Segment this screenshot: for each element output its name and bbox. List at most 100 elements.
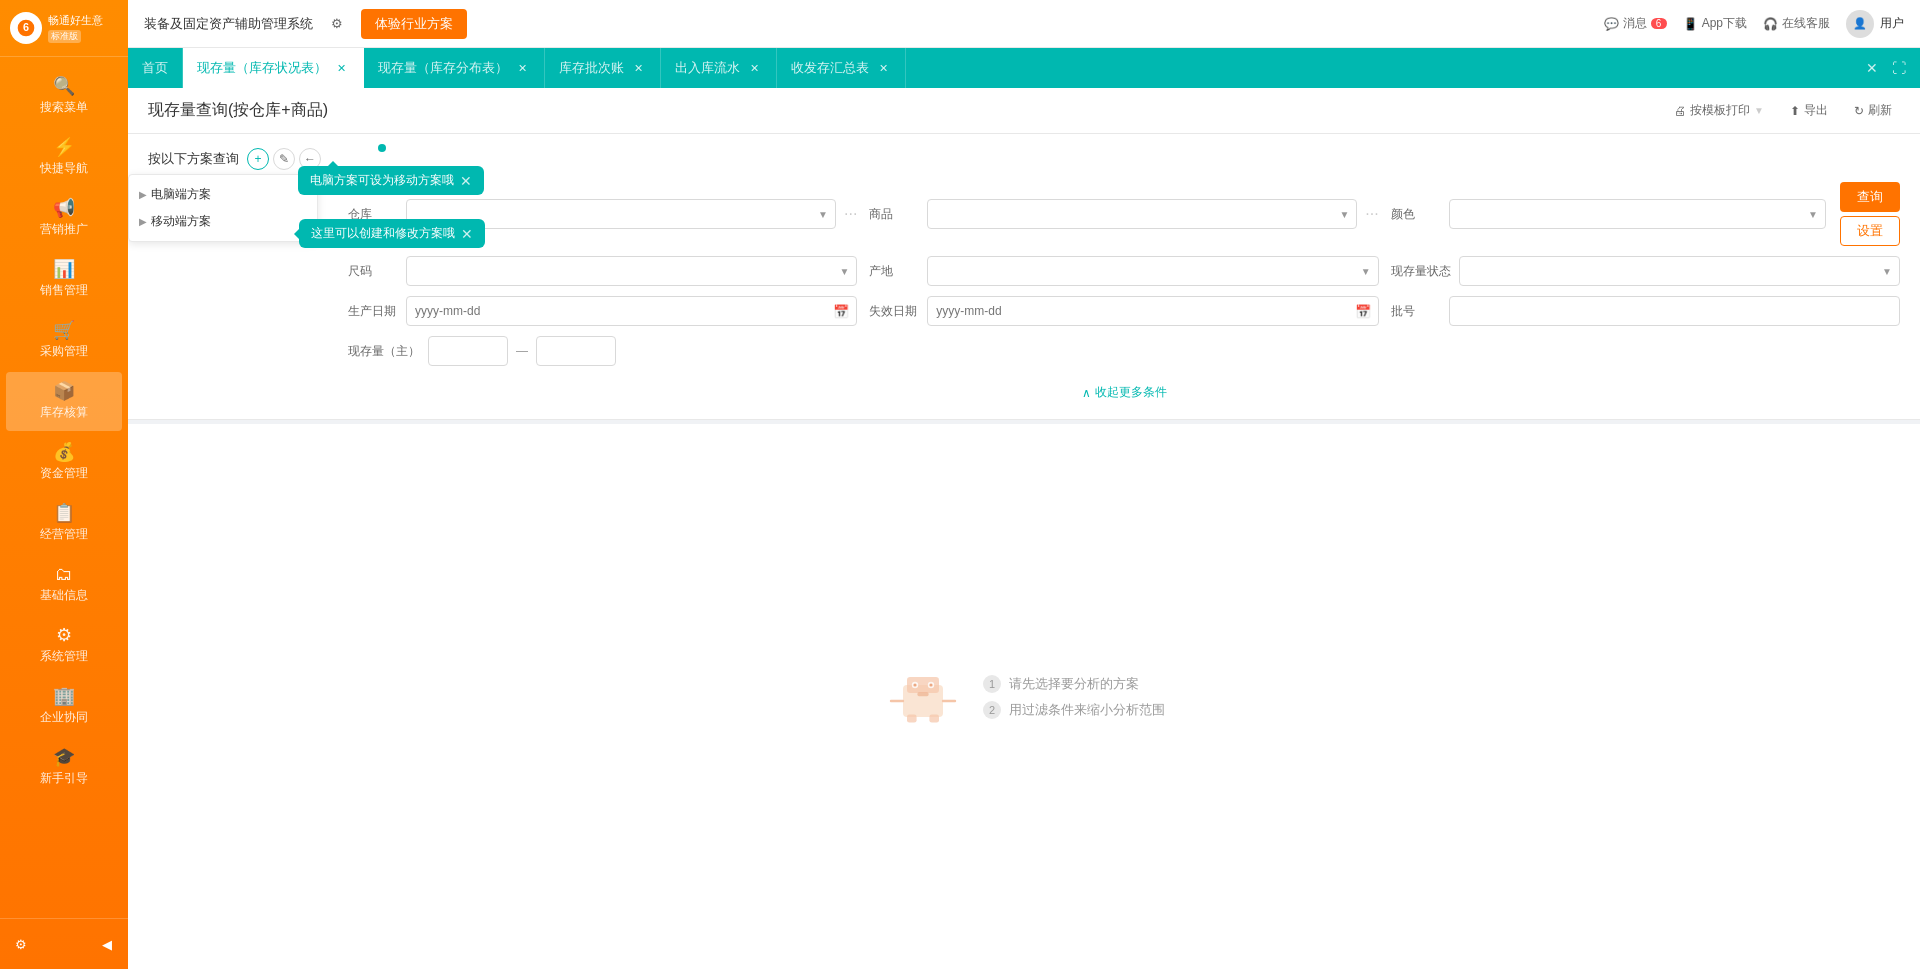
logo-text: 畅通好生意 标准版 [48, 13, 103, 44]
prod-date-label: 生产日期 [348, 303, 398, 320]
sidebar-item-finance[interactable]: 💰 资金管理 [6, 433, 122, 492]
filter-row-2: 尺码 ▼ 产地 [348, 256, 1900, 286]
tab-in-out-flow[interactable]: 出入库流水 ✕ [661, 48, 777, 88]
filter-row-3: 生产日期 📅 失效日期 📅 批号 [348, 296, 1900, 326]
empty-state-text: 1 请先选择要分析的方案 2 用过滤条件来缩小分析范围 [983, 675, 1165, 719]
sidebar-item-purchase[interactable]: 🛒 采购管理 [6, 311, 122, 370]
user-label: 用户 [1880, 15, 1904, 32]
inv-status-select[interactable] [1459, 256, 1900, 286]
inv-main-input-end[interactable] [536, 336, 616, 366]
inv-main-input-start[interactable] [428, 336, 508, 366]
sidebar-item-operations[interactable]: 📋 经营管理 [6, 494, 122, 553]
tab-receive-summary[interactable]: 收发存汇总表 ✕ [777, 48, 906, 88]
svg-rect-8 [917, 692, 928, 696]
experience-btn[interactable]: 体验行业方案 [361, 9, 467, 39]
tab-close-receive-summary[interactable]: ✕ [875, 60, 891, 76]
tab-inventory-dist[interactable]: 现存量（库存分布表） ✕ [364, 48, 545, 88]
sidebar-logo: 6 畅通好生意 标准版 [0, 0, 128, 57]
empty-hint-2: 2 用过滤条件来缩小分析范围 [983, 701, 1165, 719]
filter-cell-prod-date: 生产日期 📅 [348, 296, 857, 326]
scheme-group-pc[interactable]: ▶ 电脑端方案 [129, 181, 317, 208]
tooltip1-close-btn[interactable]: ✕ [460, 173, 472, 189]
service-icon: 🎧 [1763, 17, 1778, 31]
filter-area: 按以下方案查询 + ✎ ← 电脑方案可设为移动方案哦 ✕ [128, 134, 1920, 420]
sidebar-item-marketing[interactable]: 📢 营销推广 [6, 189, 122, 248]
origin-select[interactable] [927, 256, 1378, 286]
expiry-date-start-input[interactable] [927, 296, 1378, 326]
color-select[interactable] [1449, 199, 1826, 229]
svg-rect-12 [929, 714, 939, 722]
tab-home[interactable]: 首页 [128, 48, 183, 88]
batch-no-input[interactable] [1449, 296, 1900, 326]
page-header: 现存量查询(按仓库+商品) 🖨 按模板打印 ▼ ⬆ 导出 ↻ 刷新 [128, 88, 1920, 134]
collapse-more-btn[interactable]: ∧ 收起更多条件 [1070, 380, 1179, 405]
size-select-wrap: ▼ [406, 256, 857, 286]
mobile-icon: 📱 [1683, 17, 1698, 31]
sidebar-footer: ⚙ ◀ [0, 918, 128, 969]
filter-cell-color: 颜色 ▼ 查询 设置 [1391, 182, 1900, 246]
app-download-btn[interactable]: 📱 App下载 [1683, 15, 1747, 32]
sidebar-item-enterprise[interactable]: 🏢 企业协同 [6, 677, 122, 736]
user-avatar: 👤 [1846, 10, 1874, 38]
inv-main-label: 现存量（主） [348, 343, 420, 360]
sidebar-settings-btn[interactable]: ⚙ [6, 929, 36, 959]
size-select[interactable] [406, 256, 857, 286]
goods-more-icon[interactable]: ··· [1365, 205, 1378, 223]
sidebar-item-quick-nav[interactable]: ⚡ 快捷导航 [6, 128, 122, 187]
reset-btn[interactable]: 设置 [1840, 216, 1900, 246]
tab-close-all-btn[interactable]: ✕ [1862, 58, 1882, 78]
operations-icon: 📋 [53, 504, 75, 522]
dot-pulse-1 [378, 144, 386, 152]
filter-cell-origin: 产地 ▼ [869, 256, 1378, 286]
expiry-date-start-wrap: 📅 [927, 296, 1378, 326]
refresh-btn[interactable]: ↻ 刷新 [1846, 98, 1900, 123]
message-btn[interactable]: 💬 消息 6 [1604, 15, 1667, 32]
sidebar-item-sales[interactable]: 📊 销售管理 [6, 250, 122, 309]
template-print-btn[interactable]: 🖨 按模板打印 ▼ [1666, 98, 1772, 123]
sidebar-item-search[interactable]: 🔍 搜索菜单 [6, 67, 122, 126]
svg-text:6: 6 [23, 21, 29, 33]
tab-fullscreen-btn[interactable]: ⛶ [1888, 58, 1910, 78]
message-icon: 💬 [1604, 17, 1619, 31]
tab-close-inventory-dist[interactable]: ✕ [514, 60, 530, 76]
collapse-up-icon: ∧ [1082, 386, 1091, 400]
tab-close-batch-accounts[interactable]: ✕ [630, 60, 646, 76]
online-service-btn[interactable]: 🎧 在线客服 [1763, 15, 1830, 32]
action-btns: 查询 设置 [1840, 182, 1900, 246]
expiry-date-label: 失效日期 [869, 303, 919, 320]
range-separator: — [516, 344, 528, 358]
svg-point-7 [929, 683, 932, 686]
tab-inventory-status[interactable]: 现存量（库存状况表） ✕ [183, 48, 364, 88]
prod-date-start-input[interactable] [406, 296, 857, 326]
page-actions: 🖨 按模板打印 ▼ ⬆ 导出 ↻ 刷新 [1666, 98, 1900, 123]
origin-select-wrap: ▼ [927, 256, 1378, 286]
tab-bar: 首页 现存量（库存状况表） ✕ 现存量（库存分布表） ✕ 库存批次账 ✕ 出入库… [128, 48, 1920, 88]
tooltip2-close-btn[interactable]: ✕ [461, 226, 473, 242]
sidebar-item-inventory[interactable]: 📦 库存核算 [6, 372, 122, 431]
add-scheme-btn[interactable]: + [247, 148, 269, 170]
header-settings-btn[interactable]: ⚙ [323, 10, 351, 38]
goods-label: 商品 [869, 206, 919, 223]
purchase-icon: 🛒 [53, 321, 75, 339]
dot-indicator-1 [378, 144, 386, 152]
tab-close-in-out-flow[interactable]: ✕ [746, 60, 762, 76]
sidebar-item-system[interactable]: ⚙ 系统管理 [6, 616, 122, 675]
sidebar-collapse-btn[interactable]: ◀ [92, 929, 122, 959]
sidebar-item-basic-info[interactable]: 🗂 基础信息 [6, 555, 122, 614]
export-btn[interactable]: ⬆ 导出 [1782, 98, 1836, 123]
search-btn[interactable]: 查询 [1840, 182, 1900, 212]
filter-cell-goods: 商品 ▼ ··· [869, 199, 1378, 229]
sidebar-item-guide[interactable]: 🎓 新手引导 [6, 738, 122, 797]
search-nav-icon: 🔍 [53, 77, 75, 95]
top-header: 装备及固定资产辅助管理系统 ⚙ 体验行业方案 💬 消息 6 📱 App下载 🎧 … [128, 0, 1920, 48]
warehouse-more-icon[interactable]: ··· [844, 205, 857, 223]
tab-close-inventory-status[interactable]: ✕ [333, 60, 349, 76]
tab-batch-accounts[interactable]: 库存批次账 ✕ [545, 48, 661, 88]
tooltip2-arrow [289, 229, 299, 239]
inv-status-select-wrap: ▼ [1459, 256, 1900, 286]
basic-info-icon: 🗂 [55, 565, 73, 583]
goods-select[interactable] [927, 199, 1357, 229]
svg-rect-3 [907, 677, 939, 693]
edit-scheme-btn[interactable]: ✎ [273, 148, 295, 170]
refresh-icon: ↻ [1854, 104, 1864, 118]
